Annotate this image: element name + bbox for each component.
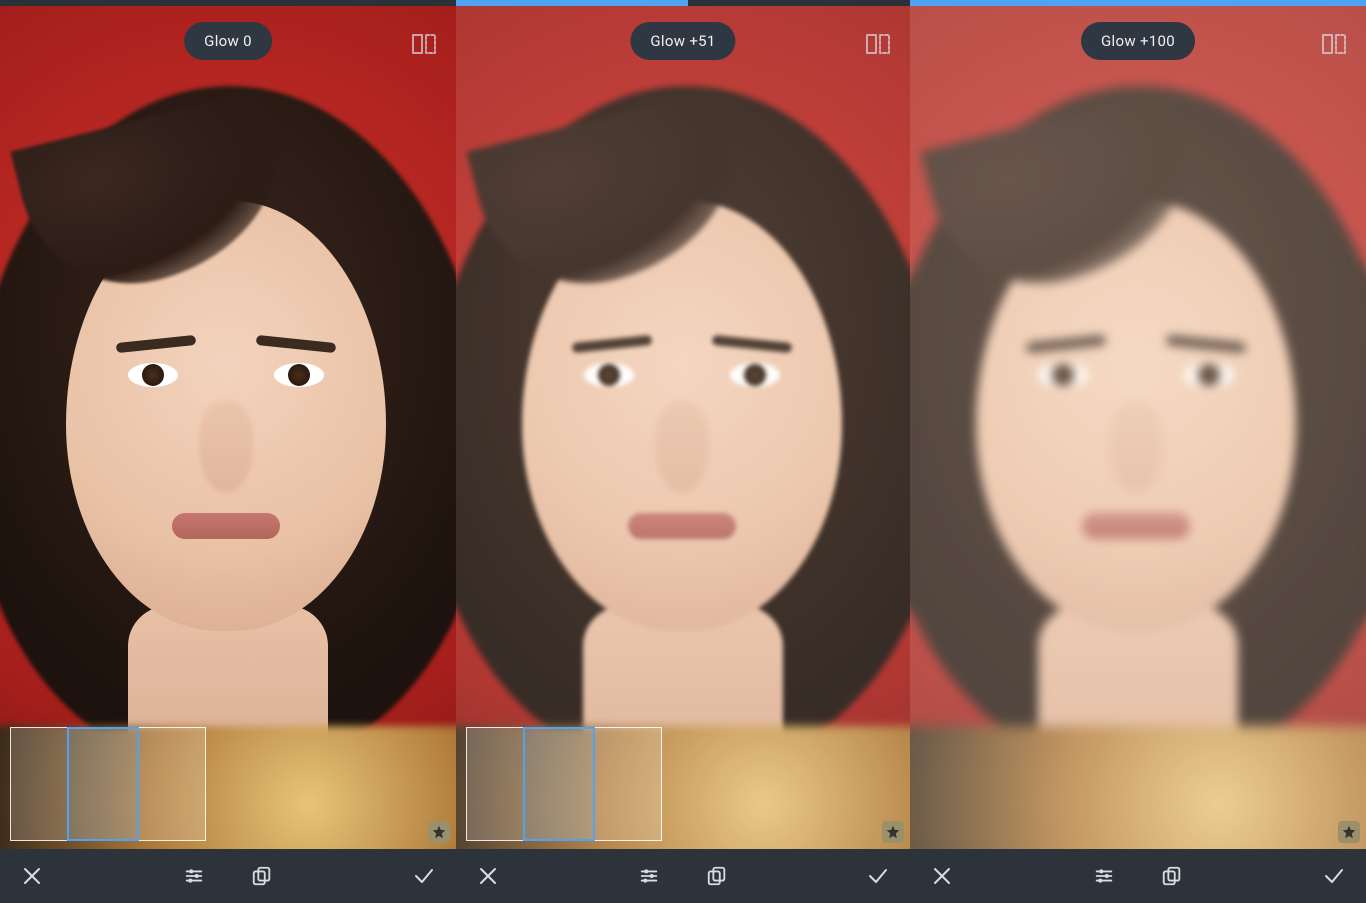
adjust-sliders-button[interactable]: [635, 862, 663, 890]
editor-panel: Glow +100: [910, 0, 1366, 903]
editor-panel: Glow +51: [456, 0, 910, 903]
navigator-viewport[interactable]: [67, 727, 139, 841]
bottom-toolbar: [910, 849, 1366, 903]
compare-before-after-icon[interactable]: [1322, 34, 1346, 54]
bottom-toolbar: [456, 849, 910, 903]
styles-button[interactable]: [1158, 862, 1186, 890]
styles-button[interactable]: [703, 862, 731, 890]
image-preview[interactable]: [910, 6, 1366, 849]
cancel-button[interactable]: [928, 862, 956, 890]
glow-slider[interactable]: [456, 0, 910, 6]
cancel-button[interactable]: [474, 862, 502, 890]
image-preview[interactable]: [0, 6, 456, 849]
navigator-viewport[interactable]: [523, 727, 595, 841]
adjust-sliders-button[interactable]: [180, 862, 208, 890]
pro-star-icon[interactable]: [882, 821, 904, 843]
editor-panel: Glow 0: [0, 0, 456, 903]
confirm-button[interactable]: [1320, 862, 1348, 890]
navigator-minimap[interactable]: [10, 727, 206, 841]
navigator-minimap[interactable]: [466, 727, 662, 841]
compare-before-after-icon[interactable]: [866, 34, 890, 54]
parameter-value-chip[interactable]: Glow 0: [184, 22, 272, 60]
confirm-button[interactable]: [864, 862, 892, 890]
parameter-value-chip[interactable]: Glow +100: [1081, 22, 1195, 60]
parameter-value-chip[interactable]: Glow +51: [630, 22, 735, 60]
pro-star-icon[interactable]: [428, 821, 450, 843]
styles-button[interactable]: [248, 862, 276, 890]
glow-slider[interactable]: [0, 0, 456, 6]
confirm-button[interactable]: [410, 862, 438, 890]
cancel-button[interactable]: [18, 862, 46, 890]
compare-before-after-icon[interactable]: [412, 34, 436, 54]
pro-star-icon[interactable]: [1338, 821, 1360, 843]
glow-slider[interactable]: [910, 0, 1366, 6]
bottom-toolbar: [0, 849, 456, 903]
image-preview[interactable]: [456, 6, 910, 849]
adjust-sliders-button[interactable]: [1090, 862, 1118, 890]
